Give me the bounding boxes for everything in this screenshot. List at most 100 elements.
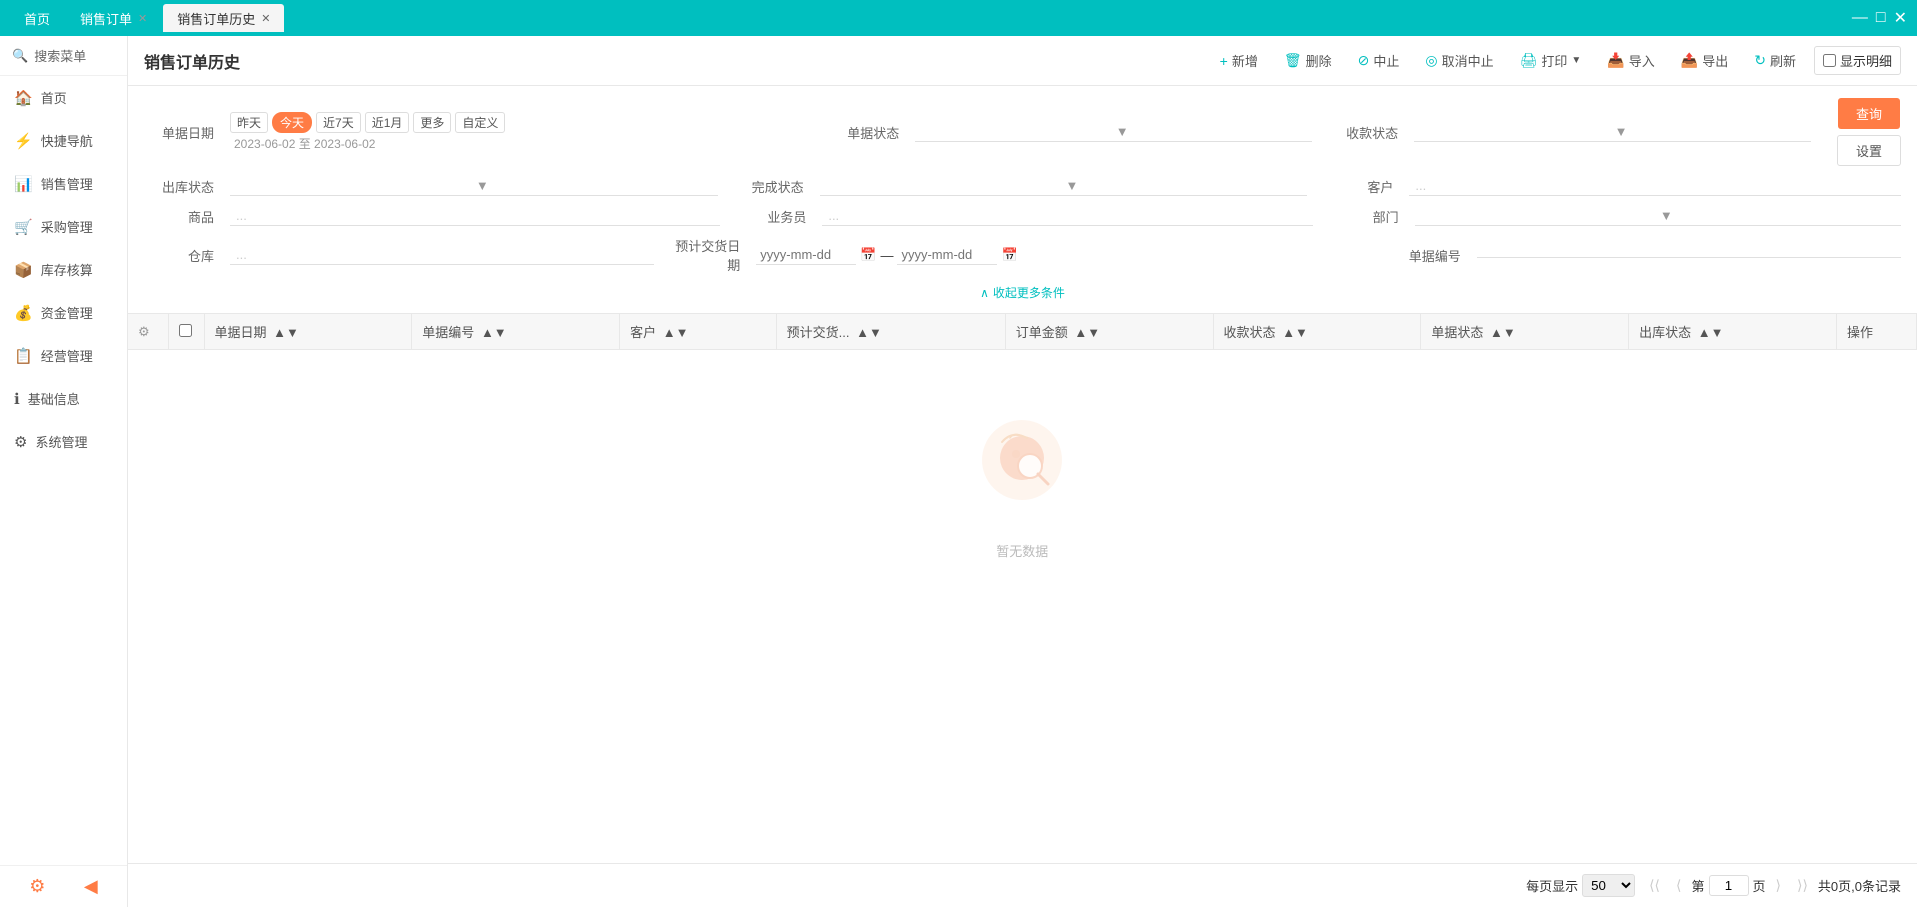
empty-row: 暂无数据 <box>128 350 1917 621</box>
minimize-btn[interactable]: — <box>1852 9 1868 27</box>
salesperson-field[interactable]: ... <box>822 206 1312 226</box>
th-date[interactable]: 单据日期 ▲▼ <box>204 314 412 350</box>
sidebar-search[interactable]: 🔍 搜索菜单 <box>0 36 127 76</box>
display-detail-btn[interactable]: 显示明细 <box>1814 46 1901 75</box>
status-arrow-icon: ▼ <box>1116 124 1308 139</box>
date-yesterday-btn[interactable]: 昨天 <box>230 112 268 133</box>
th-customer[interactable]: 客户 ▲▼ <box>620 314 777 350</box>
date-last7-btn[interactable]: 近7天 <box>316 112 361 133</box>
tab-sales-order[interactable]: 销售订单 ✕ <box>66 4 161 32</box>
th-no[interactable]: 单据编号 ▲▼ <box>412 314 620 350</box>
refresh-icon: ↻ <box>1754 52 1766 69</box>
customer-label: 客户 <box>1323 177 1393 196</box>
th-warehouse-status[interactable]: 出库状态 ▲▼ <box>1629 314 1837 350</box>
top-bar: 首页 销售订单 ✕ 销售订单历史 ✕ — □ ✕ <box>0 0 1917 36</box>
filter-row-1: 单据日期 昨天 今天 近7天 近1月 更多 自定义 2023-06-02 至 2… <box>144 98 1901 166</box>
sidebar-item-finance[interactable]: 💰 资金管理 <box>0 291 127 334</box>
import-icon: 📥 <box>1607 52 1624 69</box>
print-icon: 🖨 <box>1520 52 1538 69</box>
sort-no-icon: ▲▼ <box>481 325 507 340</box>
collapse-btn[interactable]: ∧ 收起更多条件 <box>144 284 1901 301</box>
customer-field[interactable]: ... <box>1409 176 1901 196</box>
settings-bottom-icon[interactable]: ⚙ <box>29 876 45 897</box>
sort-amount-icon: ▲▼ <box>1074 325 1100 340</box>
th-action: 操作 <box>1837 314 1917 350</box>
date-more-btn[interactable]: 更多 <box>413 112 451 133</box>
date-today-btn[interactable]: 今天 <box>272 112 312 133</box>
pagination: 每页显示 50 100 200 ⟨⟨ ⟨ 第 页 ⟩ ⟩⟩ 共0页,0条记录 <box>128 863 1917 907</box>
warehouse2-field[interactable]: ... <box>230 245 654 265</box>
delete-button[interactable]: 🗑 删除 <box>1276 47 1340 74</box>
page-size-dropdown[interactable]: 50 100 200 <box>1582 874 1635 897</box>
sort-order-status-icon: ▲▼ <box>1490 325 1516 340</box>
calendar-icon-end: 📅 <box>1001 247 1017 263</box>
tab-home[interactable]: 首页 <box>10 4 64 32</box>
collapse-sidebar-icon[interactable]: ◀ <box>84 876 98 897</box>
sidebar-item-inventory[interactable]: 📦 库存核算 <box>0 248 127 291</box>
sidebar-item-system[interactable]: ⚙ 系统管理 <box>0 420 127 463</box>
date-quick-btns: 昨天 今天 近7天 近1月 更多 自定义 <box>230 112 813 133</box>
sidebar-item-operations[interactable]: 📋 经营管理 <box>0 334 127 377</box>
sort-date-icon: ▲▼ <box>273 325 299 340</box>
refresh-button[interactable]: ↻ 刷新 <box>1746 47 1804 74</box>
import-button[interactable]: 📥 导入 <box>1599 47 1662 74</box>
complete-label: 完成状态 <box>734 177 804 196</box>
warehouse-arrow-icon: ▼ <box>476 178 714 193</box>
th-amount[interactable]: 订单金额 ▲▼ <box>1005 314 1213 350</box>
cancel-stop-button[interactable]: ◎ 取消中止 <box>1417 47 1501 74</box>
close-btn[interactable]: ✕ <box>1894 8 1907 28</box>
sidebar-item-home[interactable]: 🏠 首页 <box>0 76 127 119</box>
th-receipt-status[interactable]: 收款状态 ▲▼ <box>1213 314 1421 350</box>
table-area: ⚙ 单据日期 ▲▼ 单据编号 ▲▼ <box>128 314 1917 863</box>
empty-text: 暂无数据 <box>996 541 1048 560</box>
main-layout: 🔍 搜索菜单 🏠 首页 ⚡ 快捷导航 📊 销售管理 🛒 采购管理 📦 库存核算 … <box>0 36 1917 907</box>
delivery-date-end[interactable] <box>897 245 997 265</box>
query-button[interactable]: 查询 <box>1838 98 1900 129</box>
select-all-checkbox[interactable] <box>179 324 192 337</box>
sidebar-item-quick-nav[interactable]: ⚡ 快捷导航 <box>0 119 127 162</box>
order-no-field[interactable] <box>1477 253 1901 258</box>
maximize-btn[interactable]: □ <box>1876 9 1886 27</box>
close-sales-order-history-tab[interactable]: ✕ <box>261 12 270 25</box>
sidebar-item-sales[interactable]: 📊 销售管理 <box>0 162 127 205</box>
table-config-icon[interactable]: ⚙ <box>138 324 150 339</box>
delivery-date-label: 预计交货日期 <box>670 236 740 274</box>
date-range-text: 2023-06-02 至 2023-06-02 <box>234 135 813 152</box>
warehouse-label: 出库状态 <box>144 177 214 196</box>
export-button[interactable]: 📤 导出 <box>1673 47 1736 74</box>
close-sales-order-tab[interactable]: ✕ <box>138 12 147 25</box>
goods-field[interactable]: ... <box>230 206 720 226</box>
prev-page-btn[interactable]: ⟨ <box>1670 875 1687 896</box>
new-button[interactable]: + 新增 <box>1212 47 1266 74</box>
warehouse2-label: 仓库 <box>144 246 214 265</box>
sort-customer-icon: ▲▼ <box>663 325 689 340</box>
page-input[interactable] <box>1709 875 1749 896</box>
search-icon: 🔍 <box>12 48 28 64</box>
table-body: 暂无数据 <box>128 350 1917 621</box>
next-page-btn[interactable]: ⟩ <box>1770 875 1787 896</box>
th-order-status[interactable]: 单据状态 ▲▼ <box>1421 314 1629 350</box>
status-select[interactable]: ▼ <box>915 122 1312 142</box>
data-table: ⚙ 单据日期 ▲▼ 单据编号 ▲▼ <box>128 314 1917 620</box>
sidebar-item-basic-info[interactable]: ℹ 基础信息 <box>0 377 127 420</box>
date-last1month-btn[interactable]: 近1月 <box>365 112 410 133</box>
new-icon: + <box>1220 53 1228 69</box>
warehouse-select[interactable]: ▼ <box>230 176 718 196</box>
stop-button[interactable]: ⊘ 中止 <box>1350 47 1408 74</box>
complete-select[interactable]: ▼ <box>820 176 1308 196</box>
delivery-date-start[interactable] <box>756 245 856 265</box>
setting-button[interactable]: 设置 <box>1837 135 1901 166</box>
receipt-arrow-icon: ▼ <box>1615 124 1807 139</box>
receipt-select[interactable]: ▼ <box>1414 122 1811 142</box>
date-custom-btn[interactable]: 自定义 <box>455 112 505 133</box>
department-select[interactable]: ▼ <box>1415 206 1901 226</box>
sort-receipt-icon: ▲▼ <box>1282 325 1308 340</box>
print-button[interactable]: 🖨 打印 ▼ <box>1512 47 1590 74</box>
first-page-btn[interactable]: ⟨⟨ <box>1643 875 1666 896</box>
th-delivery[interactable]: 预计交货... ▲▼ <box>776 314 1005 350</box>
total-text: 共0页,0条记录 <box>1818 876 1901 895</box>
last-page-btn[interactable]: ⟩⟩ <box>1791 875 1814 896</box>
sidebar-item-purchase[interactable]: 🛒 采购管理 <box>0 205 127 248</box>
display-detail-checkbox[interactable] <box>1823 54 1836 67</box>
tab-sales-order-history[interactable]: 销售订单历史 ✕ <box>163 4 284 32</box>
